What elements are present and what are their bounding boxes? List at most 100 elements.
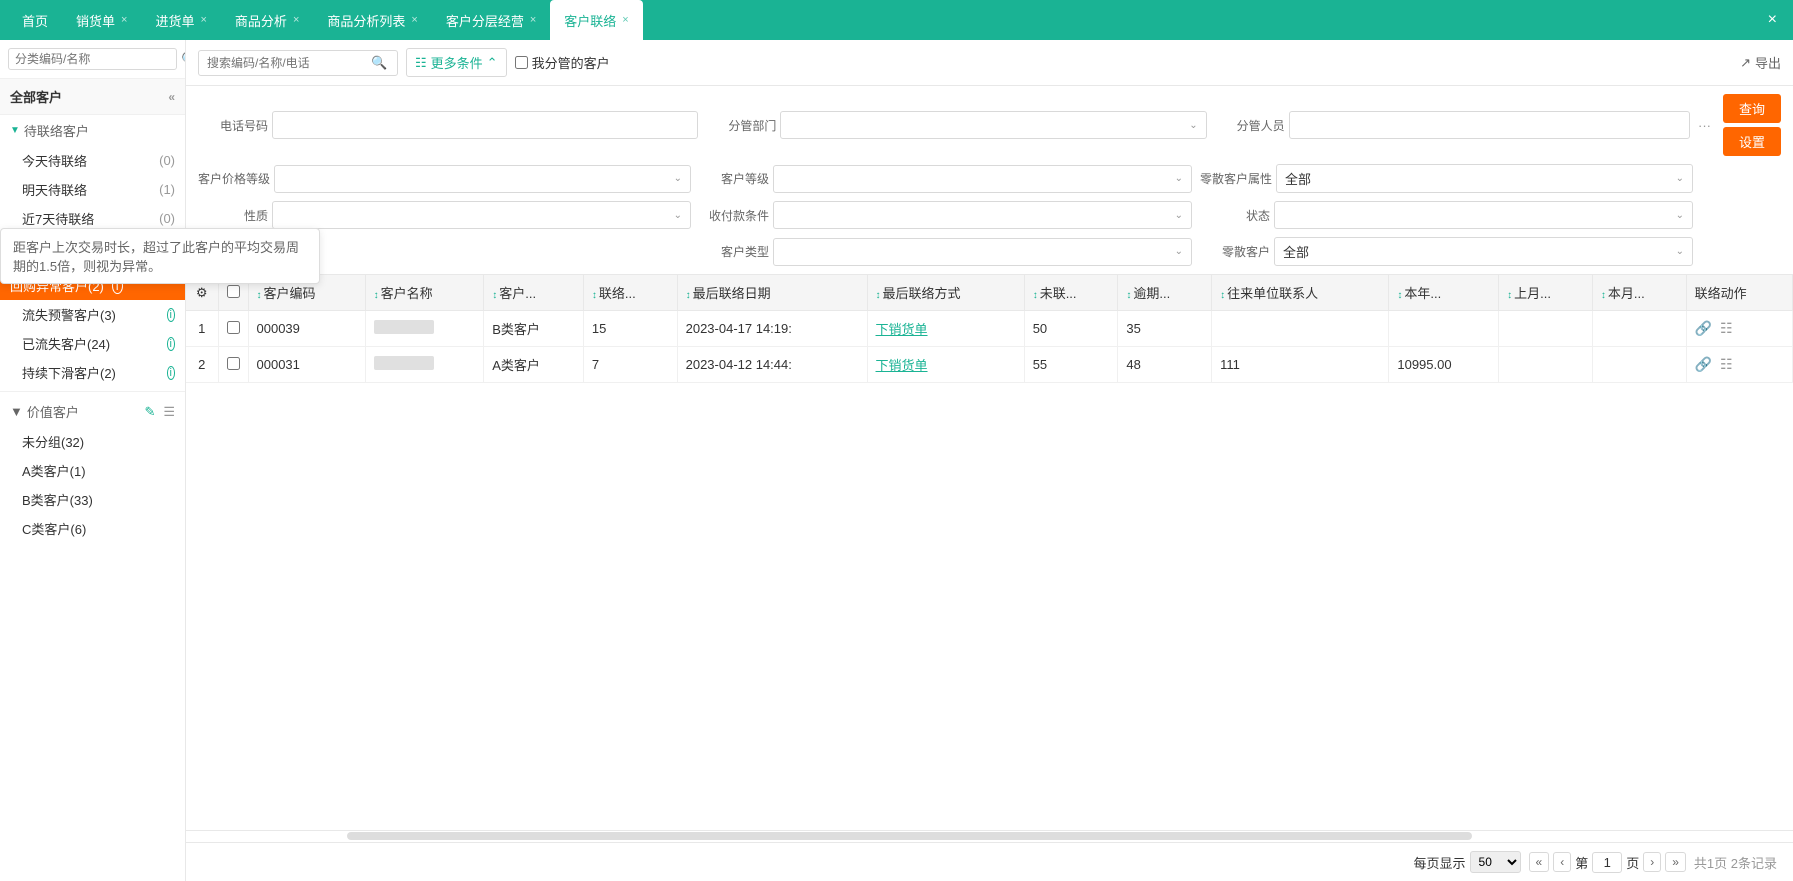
sidebar-group-pending[interactable]: ▼ 待联络客户 [0,115,185,146]
tab-customer-segment-close[interactable]: × [530,14,536,26]
sidebar-collapse-icon[interactable]: « [168,90,175,104]
col-type-sort-icon[interactable]: ↕ [492,290,497,301]
tab-product-analysis[interactable]: 商品分析 × [221,0,313,40]
filter-scattered-attr-label: 零散客户属性 [1200,170,1272,187]
sidebar-item-declining-customer[interactable]: 持续下滑客户(2) i [0,358,185,387]
search-input[interactable] [207,56,367,70]
row1-qr-icon[interactable]: ☷ [1720,320,1733,337]
next-page-button[interactable]: › [1643,852,1661,872]
close-window-button[interactable]: × [1768,11,1777,29]
row1-select-checkbox[interactable] [227,321,240,334]
row2-last-contact-type[interactable]: 下销货单 [867,347,1024,383]
table-scrollbar-track [347,832,1472,840]
col-contact-sort-icon[interactable]: ↕ [592,290,597,301]
tab-customer-contact-label: 客户联络 [564,11,616,30]
sidebar-group-value-customer[interactable]: ▼ 价值客户 ✎ ☰ [0,396,185,427]
more-filter-button[interactable]: ☷ 更多条件 ⌃ [406,48,507,77]
row1-checkbox[interactable] [218,311,248,347]
col-this-year-sort-icon[interactable]: ↕ [1397,290,1402,301]
tab-purchase-close[interactable]: × [200,14,206,26]
declining-customer-info-icon[interactable]: i [167,366,175,380]
row2-action: 🔗 ☷ [1686,347,1792,383]
sidebar-search-input[interactable] [8,48,177,70]
row1-last-contact-type[interactable]: 下销货单 [867,311,1024,347]
query-button[interactable]: 查询 [1723,94,1781,123]
sidebar-item-c-class[interactable]: C类客户(6) [0,514,185,543]
lost-warning-info-icon[interactable]: i [167,308,175,322]
select-all-checkbox[interactable] [227,285,240,298]
col-last-month-sort-icon[interactable]: ↕ [1507,290,1512,301]
filter-manager-dots[interactable]: ··· [1694,118,1715,133]
per-page-label: 每页显示 [1414,853,1466,872]
search-box[interactable]: 🔍 [198,50,398,76]
filter-customer-level-arrow-icon: ⌄ [1175,173,1183,184]
per-page-select[interactable]: 50 20 100 [1470,851,1521,873]
col-this-month-sort-icon[interactable]: ↕ [1601,290,1606,301]
tab-sales-close[interactable]: × [121,14,127,26]
filter-scattered-attr-select[interactable]: 全部 ⌄ [1276,164,1693,193]
tab-purchase[interactable]: 进货单 × [141,0,220,40]
sidebar-item-today-contact[interactable]: 今天待联络 (0) [0,146,185,175]
sidebar-item-tomorrow-contact[interactable]: 明天待联络 (1) [0,175,185,204]
col-uncontacted-sort-icon[interactable]: ↕ [1033,290,1038,301]
row1-action-icons: 🔗 ☷ [1695,320,1784,337]
filter-payment-select[interactable]: ⌄ [773,201,1192,229]
sidebar-search-area: 🔍 [0,40,185,79]
filter-price-level-select[interactable]: ⌄ [274,165,691,193]
sidebar-item-a-class[interactable]: A类客户(1) [0,456,185,485]
table-scrollbar[interactable] [186,830,1793,842]
col-overdue-sort-icon[interactable]: ↕ [1126,290,1131,301]
filter-scattered-customer-select[interactable]: 全部 ⌄ [1274,237,1693,266]
sidebar-item-lost-warning[interactable]: 流失预警客户(3) i [0,300,185,329]
last-page-button[interactable]: » [1665,852,1686,872]
row2-link-icon[interactable]: 🔗 [1695,356,1712,373]
row1-contact: 15 [583,311,677,347]
sidebar-header: 全部客户 « [0,79,185,115]
filter-manager-input[interactable] [1289,111,1690,139]
col-code-sort-icon[interactable]: ↕ [257,290,262,301]
col-last-contact-type-sort-icon[interactable]: ↕ [876,290,881,301]
week-contact-count: (0) [159,211,175,226]
filter-phone-input[interactable] [272,111,698,139]
tab-product-analysis-close[interactable]: × [293,14,299,26]
filter-customer-level-select[interactable]: ⌄ [773,165,1192,193]
col-contact-person-sort-icon[interactable]: ↕ [1220,290,1225,301]
filter-dept-select[interactable]: ⌄ [780,111,1206,139]
first-page-button[interactable]: « [1529,852,1550,872]
tab-customer-segment[interactable]: 客户分层经营 × [432,0,550,40]
filter-scattered-customer: 零散客户 全部 ⌄ [1200,237,1693,266]
row1-contact-type-link[interactable]: 下销货单 [876,322,928,337]
tab-home[interactable]: 首页 [8,0,62,40]
row2-contact-type-link[interactable]: 下销货单 [876,358,928,373]
tab-product-list-close[interactable]: × [411,14,417,26]
settings-button[interactable]: 设置 [1723,127,1781,156]
my-customer-checkbox-area[interactable]: 我分管的客户 [515,53,610,72]
filter-customer-type-select[interactable]: ⌄ [773,238,1192,266]
row1-link-icon[interactable]: 🔗 [1695,320,1712,337]
value-customer-settings-icon[interactable]: ☰ [163,404,175,420]
my-customer-checkbox[interactable] [515,56,528,69]
tab-sales[interactable]: 销货单 × [62,0,141,40]
col-contact: ↕联络... [583,275,677,311]
tab-customer-contact-close[interactable]: × [622,14,628,26]
filter-nature-select[interactable]: ⌄ [272,201,691,229]
filter-payment-label: 收付款条件 [699,207,769,224]
col-last-month: ↕上月... [1499,275,1593,311]
value-customer-edit-icon[interactable]: ✎ [144,404,155,420]
tab-product-list[interactable]: 商品分析列表 × [313,0,431,40]
col-last-contact-date-sort-icon[interactable]: ↕ [686,290,691,301]
filter-scattered-attr: 零散客户属性 全部 ⌄ [1200,164,1693,193]
export-button[interactable]: ↗ 导出 [1740,53,1781,72]
col-name-sort-icon[interactable]: ↕ [374,290,379,301]
tab-customer-contact[interactable]: 客户联络 × [550,0,642,40]
filter-status-select[interactable]: ⌄ [1274,201,1693,229]
current-page-number: 1 [1592,852,1622,873]
sidebar-item-b-class[interactable]: B类客户(33) [0,485,185,514]
sidebar-item-ungrouped[interactable]: 未分组(32) [0,427,185,456]
row2-select-checkbox[interactable] [227,357,240,370]
row2-qr-icon[interactable]: ☷ [1720,356,1733,373]
prev-page-button[interactable]: ‹ [1553,852,1571,872]
sidebar-item-lost-customer[interactable]: 已流失客户(24) i [0,329,185,358]
lost-customer-info-icon[interactable]: i [167,337,175,351]
row2-checkbox[interactable] [218,347,248,383]
